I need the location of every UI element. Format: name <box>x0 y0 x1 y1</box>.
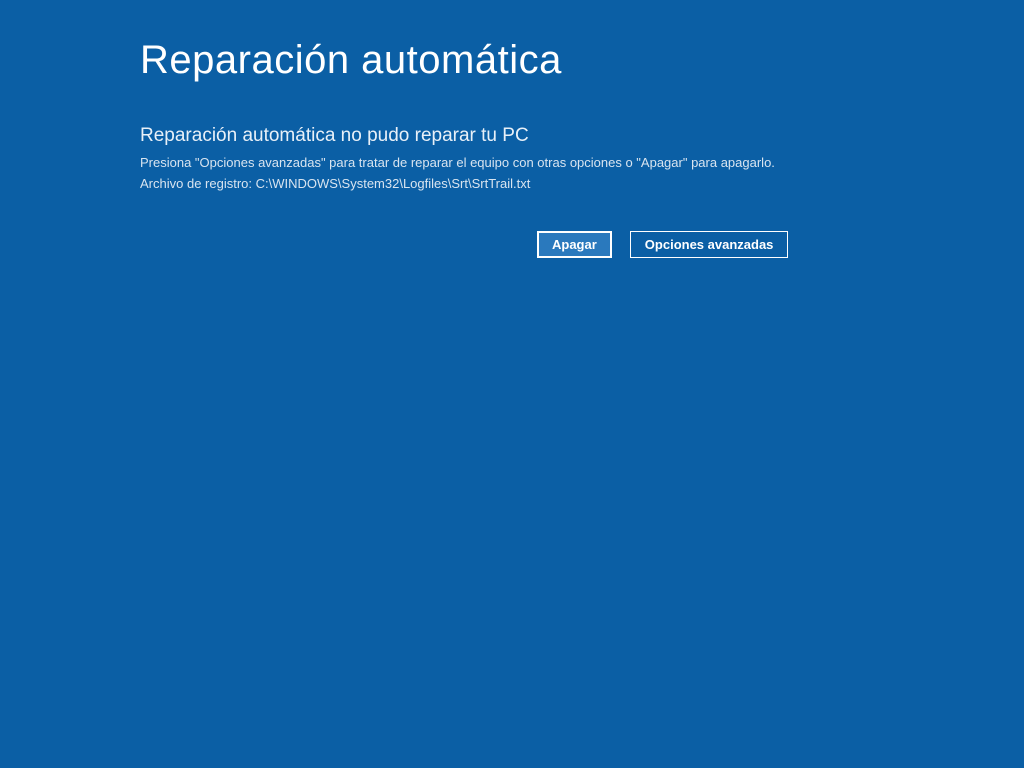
logfile-path: Archivo de registro: C:\WINDOWS\System32… <box>140 176 944 191</box>
advanced-options-button[interactable]: Opciones avanzadas <box>630 231 789 258</box>
recovery-screen: Reparación automática Reparación automát… <box>0 0 1024 258</box>
page-title: Reparación automática <box>140 38 944 83</box>
shutdown-button[interactable]: Apagar <box>537 231 612 258</box>
instruction-text: Presiona "Opciones avanzadas" para trata… <box>140 155 944 170</box>
button-row: Apagar Opciones avanzadas <box>537 231 944 258</box>
error-subtitle: Reparación automática no pudo reparar tu… <box>140 125 944 147</box>
